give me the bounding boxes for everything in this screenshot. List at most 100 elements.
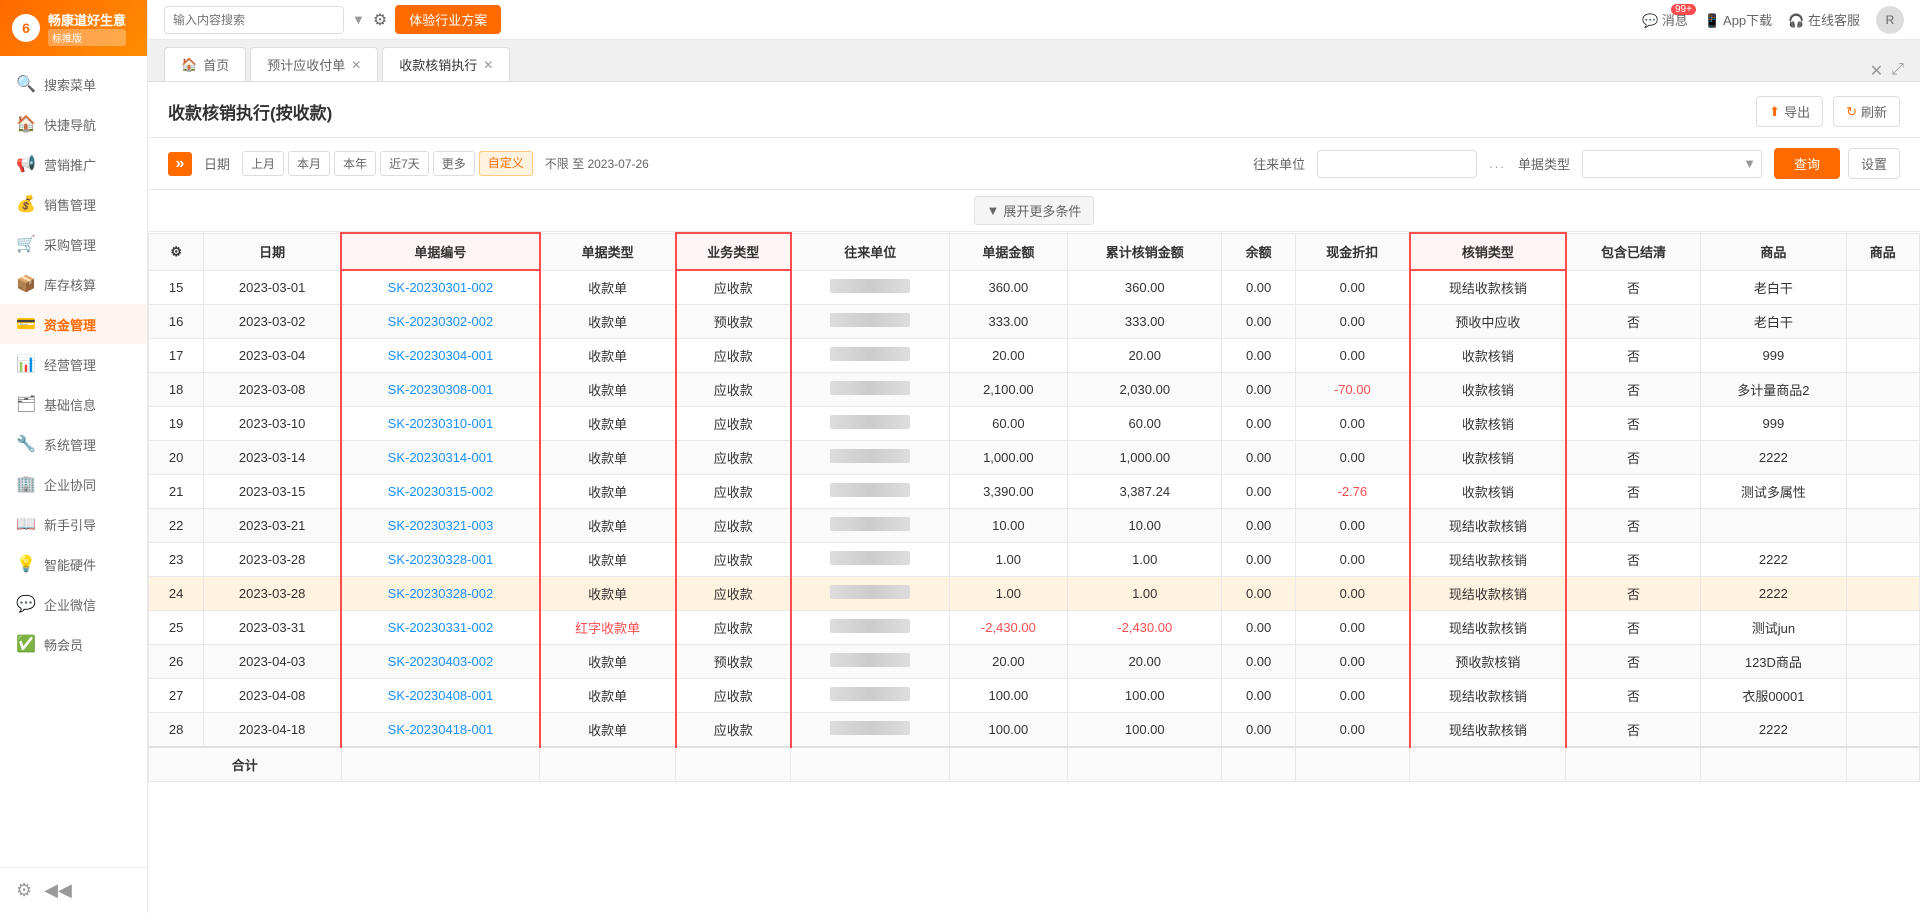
tab-home[interactable]: 🏠 首页 (164, 47, 246, 81)
cell-include-settled: 否 (1566, 339, 1701, 373)
voucher-no-link[interactable]: SK-20230308-001 (388, 382, 494, 397)
topbar-gear-icon[interactable]: ⚙ (373, 10, 387, 30)
date-last-month-btn[interactable]: 上月 (242, 151, 284, 176)
table-row[interactable]: 21 2023-03-15 SK-20230315-002 收款单 应收款 3,… (149, 475, 1920, 509)
more-filters-dots[interactable]: ... (1489, 156, 1506, 171)
voucher-no-link[interactable]: SK-20230328-002 (388, 586, 494, 601)
table-row[interactable]: 25 2023-03-31 SK-20230331-002 红字收款单 应收款 … (149, 611, 1920, 645)
voucher-no-link[interactable]: SK-20230310-001 (388, 416, 494, 431)
cell-biz-type: 应收款 (676, 373, 791, 407)
sidebar-footer[interactable]: ⚙ ◀◀ (0, 867, 147, 913)
filter-collapse-button[interactable]: » (168, 152, 192, 176)
cell-balance: 0.00 (1222, 611, 1295, 645)
expand-conditions-row: ▼ 展开更多条件 (148, 190, 1920, 232)
date-7days-btn[interactable]: 近7天 (380, 151, 429, 176)
export-button[interactable]: ⬆ 导出 (1756, 96, 1823, 127)
cell-include-settled: 否 (1566, 270, 1701, 305)
sidebar-item-purchase[interactable]: 🛒采购管理 (0, 224, 147, 264)
voucher-no-link[interactable]: SK-20230314-001 (388, 450, 494, 465)
date-this-month-btn[interactable]: 本月 (288, 151, 330, 176)
cell-cancel-type: 现结收款核销 (1410, 270, 1566, 305)
voucher-no-link[interactable]: SK-20230304-001 (388, 348, 494, 363)
tab-close-pending[interactable]: ✕ (351, 58, 361, 72)
voucher-no-link[interactable]: SK-20230408-001 (388, 688, 494, 703)
table-row[interactable]: 20 2023-03-14 SK-20230314-001 收款单 应收款 1,… (149, 441, 1920, 475)
tab-expand-icon[interactable]: ⤢ (1891, 61, 1904, 81)
cell-voucher-type: 收款单 (540, 407, 676, 441)
app-download-link[interactable]: 📱 App下载 (1704, 10, 1772, 29)
voucher-no-link[interactable]: SK-20230418-001 (388, 722, 494, 737)
cell-cancel-type: 收款核销 (1410, 373, 1566, 407)
table-row[interactable]: 28 2023-04-18 SK-20230418-001 收款单 应收款 10… (149, 713, 1920, 748)
sidebar-item-member[interactable]: ✅畅会员 (0, 624, 147, 664)
table-row[interactable]: 19 2023-03-10 SK-20230310-001 收款单 应收款 60… (149, 407, 1920, 441)
voucher-no-link[interactable]: SK-20230403-002 (388, 654, 494, 669)
logo-text: 畅康道好生意 标推版 (48, 10, 126, 46)
table-row[interactable]: 26 2023-04-03 SK-20230403-002 收款单 预收款 20… (149, 645, 1920, 679)
date-this-year-btn[interactable]: 本年 (334, 151, 376, 176)
search-input[interactable] (164, 6, 344, 34)
table-row[interactable]: 17 2023-03-04 SK-20230304-001 收款单 应收款 20… (149, 339, 1920, 373)
sidebar-item-hardware[interactable]: 💡智能硬件 (0, 544, 147, 584)
sidebar-item-operation[interactable]: 📊经营管理 (0, 344, 147, 384)
data-table-container[interactable]: ⚙ 日期 单据编号 单据类型 业务类型 往来单位 单据金额 累计核销金额 余额 … (148, 232, 1920, 913)
cell-cum-cancel: 10.00 (1068, 509, 1222, 543)
table-row[interactable]: 24 2023-03-28 SK-20230328-002 收款单 应收款 1.… (149, 577, 1920, 611)
sidebar-item-search[interactable]: 🔍搜索菜单 (0, 64, 147, 104)
sidebar-item-guide[interactable]: 📖新手引导 (0, 504, 147, 544)
cell-goods2 (1846, 543, 1919, 577)
message-badge[interactable]: 💬 消息 99+ (1642, 10, 1688, 29)
table-row[interactable]: 27 2023-04-08 SK-20230408-001 收款单 应收款 10… (149, 679, 1920, 713)
table-row[interactable]: 18 2023-03-08 SK-20230308-001 收款单 应收款 2,… (149, 373, 1920, 407)
online-service-link[interactable]: 🎧 在线客服 (1788, 10, 1860, 29)
cell-voucher-no: SK-20230328-001 (341, 543, 540, 577)
partner-input[interactable] (1317, 150, 1477, 178)
voucher-no-link[interactable]: SK-20230331-002 (388, 620, 494, 635)
table-row[interactable]: 23 2023-03-28 SK-20230328-001 收款单 应收款 1.… (149, 543, 1920, 577)
settings-button[interactable]: 设置 (1848, 148, 1900, 179)
table-footer-row: 合计 (149, 747, 1920, 782)
cell-cancel-type: 收款核销 (1410, 407, 1566, 441)
collapse-icon[interactable]: ◀◀ (44, 880, 72, 901)
refresh-button[interactable]: ↻ 刷新 (1833, 96, 1900, 127)
cell-biz-type: 应收款 (676, 407, 791, 441)
sidebar-item-finance[interactable]: 💳资金管理 (0, 304, 147, 344)
sidebar-item-enterprise[interactable]: 🏢企业协同 (0, 464, 147, 504)
voucher-no-link[interactable]: SK-20230302-002 (388, 314, 494, 329)
user-avatar[interactable]: R (1876, 6, 1904, 34)
sidebar-item-wechat[interactable]: 💬企业微信 (0, 584, 147, 624)
message-icon: 💬 (1642, 13, 1658, 28)
table-row[interactable]: 16 2023-03-02 SK-20230302-002 收款单 预收款 33… (149, 305, 1920, 339)
voucher-type-input[interactable] (1582, 150, 1762, 178)
expand-conditions-button[interactable]: ▼ 展开更多条件 (974, 196, 1095, 225)
headset-icon: 🎧 (1788, 13, 1804, 28)
sidebar-item-basic[interactable]: 🗂基础信息 (0, 384, 147, 424)
cell-voucher-no: SK-20230310-001 (341, 407, 540, 441)
table-row[interactable]: 22 2023-03-21 SK-20230321-003 收款单 应收款 10… (149, 509, 1920, 543)
voucher-no-link[interactable]: SK-20230301-002 (388, 280, 494, 295)
voucher-no-link[interactable]: SK-20230328-001 (388, 552, 494, 567)
voucher-no-link[interactable]: SK-20230321-003 (388, 518, 494, 533)
table-row[interactable]: 15 2023-03-01 SK-20230301-002 收款单 应收款 36… (149, 270, 1920, 305)
sidebar-item-marketing[interactable]: 📢营销推广 (0, 144, 147, 184)
date-more-btn[interactable]: 更多 (433, 151, 475, 176)
sidebar-item-system[interactable]: 🔧系统管理 (0, 424, 147, 464)
tab-close-all-icon[interactable]: ✕ (1870, 61, 1883, 81)
tab-collection[interactable]: 收款核销执行 ✕ (382, 47, 510, 81)
cell-partner (791, 339, 949, 373)
query-button[interactable]: 查询 (1774, 148, 1840, 179)
cell-voucher-type: 收款单 (540, 645, 676, 679)
cell-goods: 测试多属性 (1701, 475, 1846, 509)
industry-solution-button[interactable]: 体验行业方案 (395, 5, 501, 34)
settings-icon[interactable]: ⚙ (16, 880, 32, 901)
sidebar-item-sales[interactable]: 💰销售管理 (0, 184, 147, 224)
voucher-no-link[interactable]: SK-20230315-002 (388, 484, 494, 499)
cell-cum-cancel: 100.00 (1068, 713, 1222, 748)
dropdown-arrow-icon[interactable]: ▼ (352, 12, 365, 27)
sidebar-item-inventory[interactable]: 📦库存核算 (0, 264, 147, 304)
tab-close-collection[interactable]: ✕ (483, 58, 493, 72)
tab-pending[interactable]: 预计应收付单 ✕ (250, 47, 378, 81)
sidebar-item-quicknav[interactable]: 🏠快捷导航 (0, 104, 147, 144)
page-header-actions: ⬆ 导出 ↻ 刷新 (1756, 96, 1900, 127)
date-custom-badge[interactable]: 自定义 (479, 151, 533, 176)
